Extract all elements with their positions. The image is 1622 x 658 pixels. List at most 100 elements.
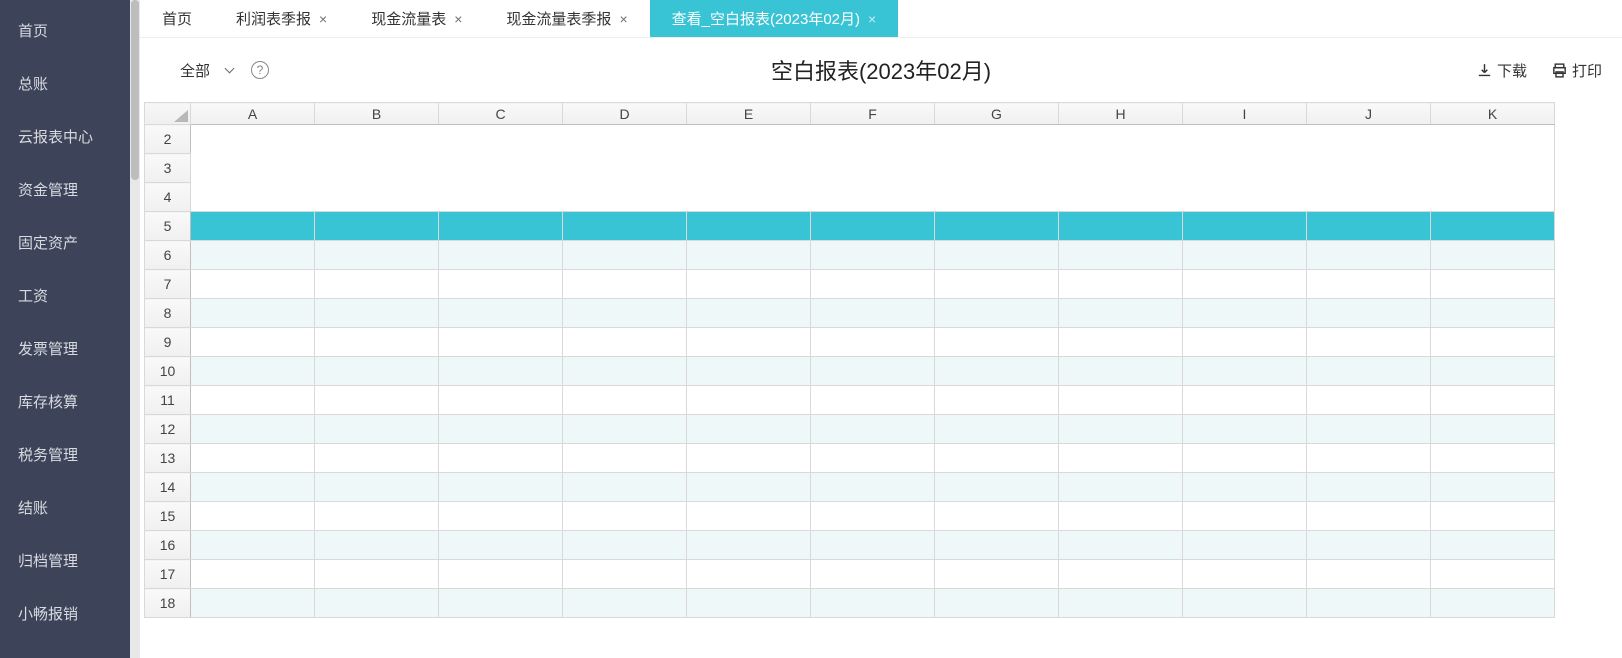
cell-H18[interactable]	[1059, 589, 1183, 618]
cell-H7[interactable]	[1059, 270, 1183, 299]
cell-K12[interactable]	[1431, 415, 1555, 444]
row-header-15[interactable]: 15	[145, 502, 191, 531]
cell-J5[interactable]	[1307, 212, 1431, 241]
row-header-14[interactable]: 14	[145, 473, 191, 502]
cell-G14[interactable]	[935, 473, 1059, 502]
cell-merged[interactable]	[191, 125, 1555, 212]
cell-B5[interactable]	[315, 212, 439, 241]
cell-E17[interactable]	[687, 560, 811, 589]
cell-E6[interactable]	[687, 241, 811, 270]
col-header-C[interactable]: C	[439, 103, 563, 125]
row-header-9[interactable]: 9	[145, 328, 191, 357]
cell-K11[interactable]	[1431, 386, 1555, 415]
cell-E10[interactable]	[687, 357, 811, 386]
cell-A18[interactable]	[191, 589, 315, 618]
cell-K13[interactable]	[1431, 444, 1555, 473]
cell-D16[interactable]	[563, 531, 687, 560]
col-header-A[interactable]: A	[191, 103, 315, 125]
cell-A17[interactable]	[191, 560, 315, 589]
cell-J8[interactable]	[1307, 299, 1431, 328]
cell-A12[interactable]	[191, 415, 315, 444]
chevron-down-icon[interactable]	[225, 64, 235, 74]
row-header-12[interactable]: 12	[145, 415, 191, 444]
sidebar-item-5[interactable]: 工资	[0, 269, 130, 322]
cell-D14[interactable]	[563, 473, 687, 502]
cell-F14[interactable]	[811, 473, 935, 502]
cell-C12[interactable]	[439, 415, 563, 444]
col-header-H[interactable]: H	[1059, 103, 1183, 125]
cell-F17[interactable]	[811, 560, 935, 589]
cell-A9[interactable]	[191, 328, 315, 357]
cell-K7[interactable]	[1431, 270, 1555, 299]
cell-H12[interactable]	[1059, 415, 1183, 444]
cell-A13[interactable]	[191, 444, 315, 473]
cell-C11[interactable]	[439, 386, 563, 415]
print-button[interactable]: 打印	[1551, 60, 1602, 81]
cell-C14[interactable]	[439, 473, 563, 502]
cell-C18[interactable]	[439, 589, 563, 618]
cell-J17[interactable]	[1307, 560, 1431, 589]
col-header-G[interactable]: G	[935, 103, 1059, 125]
col-header-J[interactable]: J	[1307, 103, 1431, 125]
col-header-D[interactable]: D	[563, 103, 687, 125]
cell-F12[interactable]	[811, 415, 935, 444]
cell-H9[interactable]	[1059, 328, 1183, 357]
cell-I5[interactable]	[1183, 212, 1307, 241]
cell-F18[interactable]	[811, 589, 935, 618]
cell-A5[interactable]	[191, 212, 315, 241]
cell-C13[interactable]	[439, 444, 563, 473]
cell-G8[interactable]	[935, 299, 1059, 328]
cell-B12[interactable]	[315, 415, 439, 444]
cell-K6[interactable]	[1431, 241, 1555, 270]
tab-2[interactable]: 现金流量表×	[349, 0, 484, 37]
col-header-F[interactable]: F	[811, 103, 935, 125]
cell-E18[interactable]	[687, 589, 811, 618]
tab-0[interactable]: 首页	[140, 0, 214, 37]
cell-A14[interactable]	[191, 473, 315, 502]
cell-B6[interactable]	[315, 241, 439, 270]
cell-F5[interactable]	[811, 212, 935, 241]
cell-A6[interactable]	[191, 241, 315, 270]
cell-B18[interactable]	[315, 589, 439, 618]
row-header-2[interactable]: 2	[145, 125, 191, 154]
row-header-6[interactable]: 6	[145, 241, 191, 270]
cell-J6[interactable]	[1307, 241, 1431, 270]
cell-B13[interactable]	[315, 444, 439, 473]
cell-B9[interactable]	[315, 328, 439, 357]
cell-J12[interactable]	[1307, 415, 1431, 444]
cell-D7[interactable]	[563, 270, 687, 299]
cell-G12[interactable]	[935, 415, 1059, 444]
cell-B8[interactable]	[315, 299, 439, 328]
cell-D10[interactable]	[563, 357, 687, 386]
cell-C15[interactable]	[439, 502, 563, 531]
sidebar-scrollbar-thumb[interactable]	[131, 0, 139, 180]
cell-A11[interactable]	[191, 386, 315, 415]
cell-G13[interactable]	[935, 444, 1059, 473]
close-icon[interactable]: ×	[619, 11, 627, 27]
cell-I6[interactable]	[1183, 241, 1307, 270]
cell-E5[interactable]	[687, 212, 811, 241]
cell-H6[interactable]	[1059, 241, 1183, 270]
cell-B14[interactable]	[315, 473, 439, 502]
tab-3[interactable]: 现金流量表季报×	[484, 0, 649, 37]
cell-I14[interactable]	[1183, 473, 1307, 502]
download-button[interactable]: 下载	[1476, 60, 1527, 81]
cell-J9[interactable]	[1307, 328, 1431, 357]
cell-I10[interactable]	[1183, 357, 1307, 386]
cell-F8[interactable]	[811, 299, 935, 328]
row-header-16[interactable]: 16	[145, 531, 191, 560]
cell-C17[interactable]	[439, 560, 563, 589]
cell-K10[interactable]	[1431, 357, 1555, 386]
cell-H11[interactable]	[1059, 386, 1183, 415]
cell-I17[interactable]	[1183, 560, 1307, 589]
cell-H5[interactable]	[1059, 212, 1183, 241]
cell-B17[interactable]	[315, 560, 439, 589]
cell-H16[interactable]	[1059, 531, 1183, 560]
cell-F11[interactable]	[811, 386, 935, 415]
cell-C5[interactable]	[439, 212, 563, 241]
cell-D6[interactable]	[563, 241, 687, 270]
cell-G6[interactable]	[935, 241, 1059, 270]
cell-E8[interactable]	[687, 299, 811, 328]
cell-C10[interactable]	[439, 357, 563, 386]
row-header-5[interactable]: 5	[145, 212, 191, 241]
